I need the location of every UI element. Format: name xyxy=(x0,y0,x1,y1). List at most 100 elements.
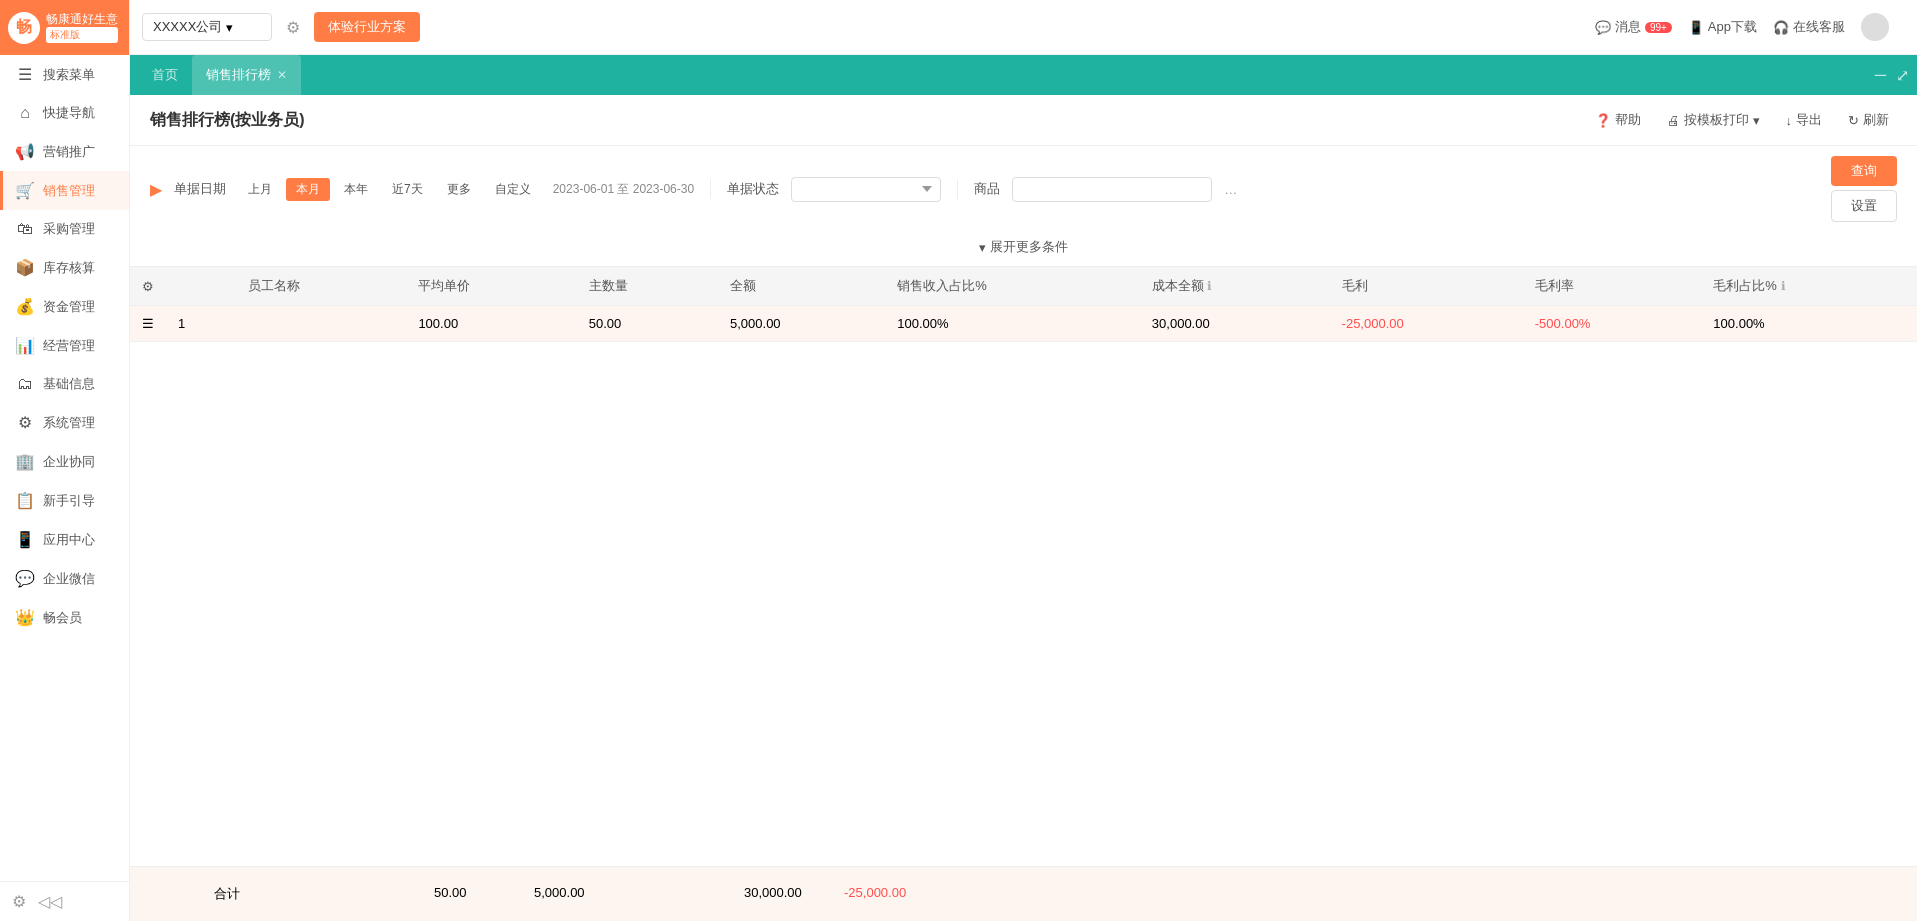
sidebar-logo: 畅 畅康通好生意 标准版 xyxy=(0,0,129,55)
row-gross: -25,000.00 xyxy=(1330,306,1523,342)
logo-icon: 畅 xyxy=(8,12,40,44)
grosspct-info-icon[interactable]: ℹ xyxy=(1781,279,1786,293)
sidebar-icon-guide: 📋 xyxy=(15,491,35,510)
date-this-month-btn[interactable]: 本月 xyxy=(286,178,330,201)
cost-info-icon[interactable]: ℹ xyxy=(1207,279,1212,293)
row-settings-cell[interactable]: ☰ xyxy=(130,306,166,342)
collapse-icon[interactable]: ◁◁ xyxy=(38,892,62,911)
footer-gross: -25,000.00 xyxy=(832,877,932,911)
row-cost: 30,000.00 xyxy=(1140,306,1330,342)
tab-sales-rank-label: 销售排行榜 xyxy=(206,66,271,84)
chevron-down-icon: ▾ xyxy=(226,20,233,35)
sidebar: 畅 畅康通好生意 标准版 ☰ 搜索菜单 ⌂ 快捷导航 📢 营销推广 🛒 销售管理… xyxy=(0,0,130,921)
date-custom-btn[interactable]: 自定义 xyxy=(485,178,541,201)
sidebar-icon-purchase: 🛍 xyxy=(15,220,35,238)
settings-button[interactable]: 设置 xyxy=(1831,190,1897,222)
app-download-button[interactable]: 📱 App下载 xyxy=(1688,18,1757,36)
sidebar-label-marketing: 营销推广 xyxy=(43,143,95,161)
date-label: 单据日期 xyxy=(174,180,226,198)
message-button[interactable]: 💬 消息 99+ xyxy=(1595,18,1672,36)
col-grosspct-header: 毛利占比% ℹ xyxy=(1701,267,1917,306)
query-button[interactable]: 查询 xyxy=(1831,156,1897,186)
online-service-button[interactable]: 🎧 在线客服 xyxy=(1773,18,1845,36)
date-last-month-btn[interactable]: 上月 xyxy=(238,178,282,201)
filter-bar: ▶ 单据日期 上月 本月 本年 近7天 更多 自定义 2023-06-01 至 … xyxy=(130,146,1917,267)
sidebar-item-system[interactable]: ⚙ 系统管理 xyxy=(0,403,129,442)
sidebar-item-marketing[interactable]: 📢 营销推广 xyxy=(0,132,129,171)
tab-home[interactable]: 首页 xyxy=(138,55,192,95)
footer-grossrate xyxy=(932,877,1032,911)
sidebar-item-member[interactable]: 👑 畅会员 xyxy=(0,598,129,637)
status-select[interactable] xyxy=(791,177,941,202)
filter-arrow-icon[interactable]: ▶ xyxy=(150,180,162,199)
help-button[interactable]: ❓ 帮助 xyxy=(1587,107,1649,133)
date-more-btn[interactable]: 更多 xyxy=(437,178,481,201)
sidebar-item-inventory[interactable]: 📦 库存核算 xyxy=(0,248,129,287)
col-avgprice-header: 平均单价 xyxy=(406,267,576,306)
tab-close-icon[interactable]: ✕ xyxy=(277,68,287,82)
trial-button[interactable]: 体验行业方案 xyxy=(314,12,420,42)
row-qty: 50.00 xyxy=(577,306,718,342)
sidebar-icon-member: 👑 xyxy=(15,608,35,627)
sidebar-label-finance: 资金管理 xyxy=(43,298,95,316)
table-header-row: ⚙ 员工名称 平均单价 主数量 全额 销售收入占比% 成本全额 ℹ 毛利 毛利率… xyxy=(130,267,1917,306)
sidebar-item-apps[interactable]: 📱 应用中心 xyxy=(0,520,129,559)
print-chevron-icon: ▾ xyxy=(1753,113,1760,128)
date-7days-btn[interactable]: 近7天 xyxy=(382,178,433,201)
sidebar-label-basic: 基础信息 xyxy=(43,375,95,393)
row-grossrate: -500.00% xyxy=(1523,306,1702,342)
sidebar-item-purchase[interactable]: 🛍 采购管理 xyxy=(0,210,129,248)
sidebar-icon-marketing: 📢 xyxy=(15,142,35,161)
sidebar-label-purchase: 采购管理 xyxy=(43,220,95,238)
row-grosspct: 100.00% xyxy=(1701,306,1917,342)
export-button[interactable]: ↓ 导出 xyxy=(1778,107,1831,133)
goods-more-icon[interactable]: … xyxy=(1224,182,1237,197)
divider-2 xyxy=(957,179,958,199)
sidebar-icon-wechat: 💬 xyxy=(15,569,35,588)
sidebar-icon-enterprise: 🏢 xyxy=(15,452,35,471)
logo-text: 畅康通好生意 标准版 xyxy=(46,12,118,44)
table-footer: 合计 50.00 5,000.00 30,000.00 -25,000.00 xyxy=(130,866,1917,921)
col-settings-header[interactable]: ⚙ xyxy=(130,267,166,306)
gear-icon[interactable]: ⚙ xyxy=(282,14,304,41)
footer-settings-cell xyxy=(142,877,172,911)
settings-bottom-icon[interactable]: ⚙ xyxy=(12,892,26,911)
filter-btn-group: 查询 设置 xyxy=(1831,156,1897,222)
sidebar-label-sales: 销售管理 xyxy=(43,182,95,200)
sidebar-item-quick-nav[interactable]: ⌂ 快捷导航 xyxy=(0,94,129,132)
col-gross-header: 毛利 xyxy=(1330,267,1523,306)
sidebar-item-basic[interactable]: 🗂 基础信息 xyxy=(0,365,129,403)
goods-label: 商品 xyxy=(974,180,1000,198)
refresh-button[interactable]: ↻ 刷新 xyxy=(1840,107,1897,133)
filter-row-1: ▶ 单据日期 上月 本月 本年 近7天 更多 自定义 2023-06-01 至 … xyxy=(150,156,1897,222)
date-this-year-btn[interactable]: 本年 xyxy=(334,178,378,201)
sidebar-item-sales[interactable]: 🛒 销售管理 xyxy=(0,171,129,210)
tab-actions: ─ ⤢ xyxy=(1875,66,1909,85)
data-table: ⚙ 员工名称 平均单价 主数量 全额 销售收入占比% 成本全额 ℹ 毛利 毛利率… xyxy=(130,267,1917,342)
sidebar-label-enterprise: 企业协同 xyxy=(43,453,95,471)
sidebar-item-finance[interactable]: 💰 资金管理 xyxy=(0,287,129,326)
sidebar-item-wechat[interactable]: 💬 企业微信 xyxy=(0,559,129,598)
refresh-icon: ↻ xyxy=(1848,113,1859,128)
expand-more-btn[interactable]: ▾ 展开更多条件 xyxy=(979,238,1068,256)
avatar[interactable] xyxy=(1861,13,1889,41)
help-icon: ❓ xyxy=(1595,113,1611,128)
tab-sales-rank[interactable]: 销售排行榜 ✕ xyxy=(192,55,301,95)
footer-cost: 30,000.00 xyxy=(732,877,832,911)
sidebar-label-member: 畅会员 xyxy=(43,609,82,627)
print-button[interactable]: 🖨 按模板打印 ▾ xyxy=(1659,107,1768,133)
sidebar-item-search-order[interactable]: ☰ 搜索菜单 xyxy=(0,55,129,94)
content-body: 销售排行榜(按业务员) ❓ 帮助 🖨 按模板打印 ▾ ↓ 导出 ↻ 刷新 xyxy=(130,95,1917,921)
topbar: XXXXX公司 ▾ ⚙ 体验行业方案 💬 消息 99+ 📱 App下载 🎧 在线… xyxy=(130,0,1917,55)
sidebar-icon-operations: 📊 xyxy=(15,336,35,355)
goods-input[interactable] xyxy=(1012,177,1212,202)
sidebar-item-operations[interactable]: 📊 经营管理 xyxy=(0,326,129,365)
company-selector[interactable]: XXXXX公司 ▾ xyxy=(142,13,272,41)
sidebar-item-enterprise[interactable]: 🏢 企业协同 xyxy=(0,442,129,481)
date-btn-group: 上月 本月 本年 近7天 更多 自定义 xyxy=(238,178,541,201)
tab-maximize-icon[interactable]: ⤢ xyxy=(1896,66,1909,85)
headset-icon: 🎧 xyxy=(1773,20,1789,35)
tab-minimize-icon[interactable]: ─ xyxy=(1875,66,1886,85)
sidebar-item-guide[interactable]: 📋 新手引导 xyxy=(0,481,129,520)
col-salespct-header: 销售收入占比% xyxy=(885,267,1140,306)
